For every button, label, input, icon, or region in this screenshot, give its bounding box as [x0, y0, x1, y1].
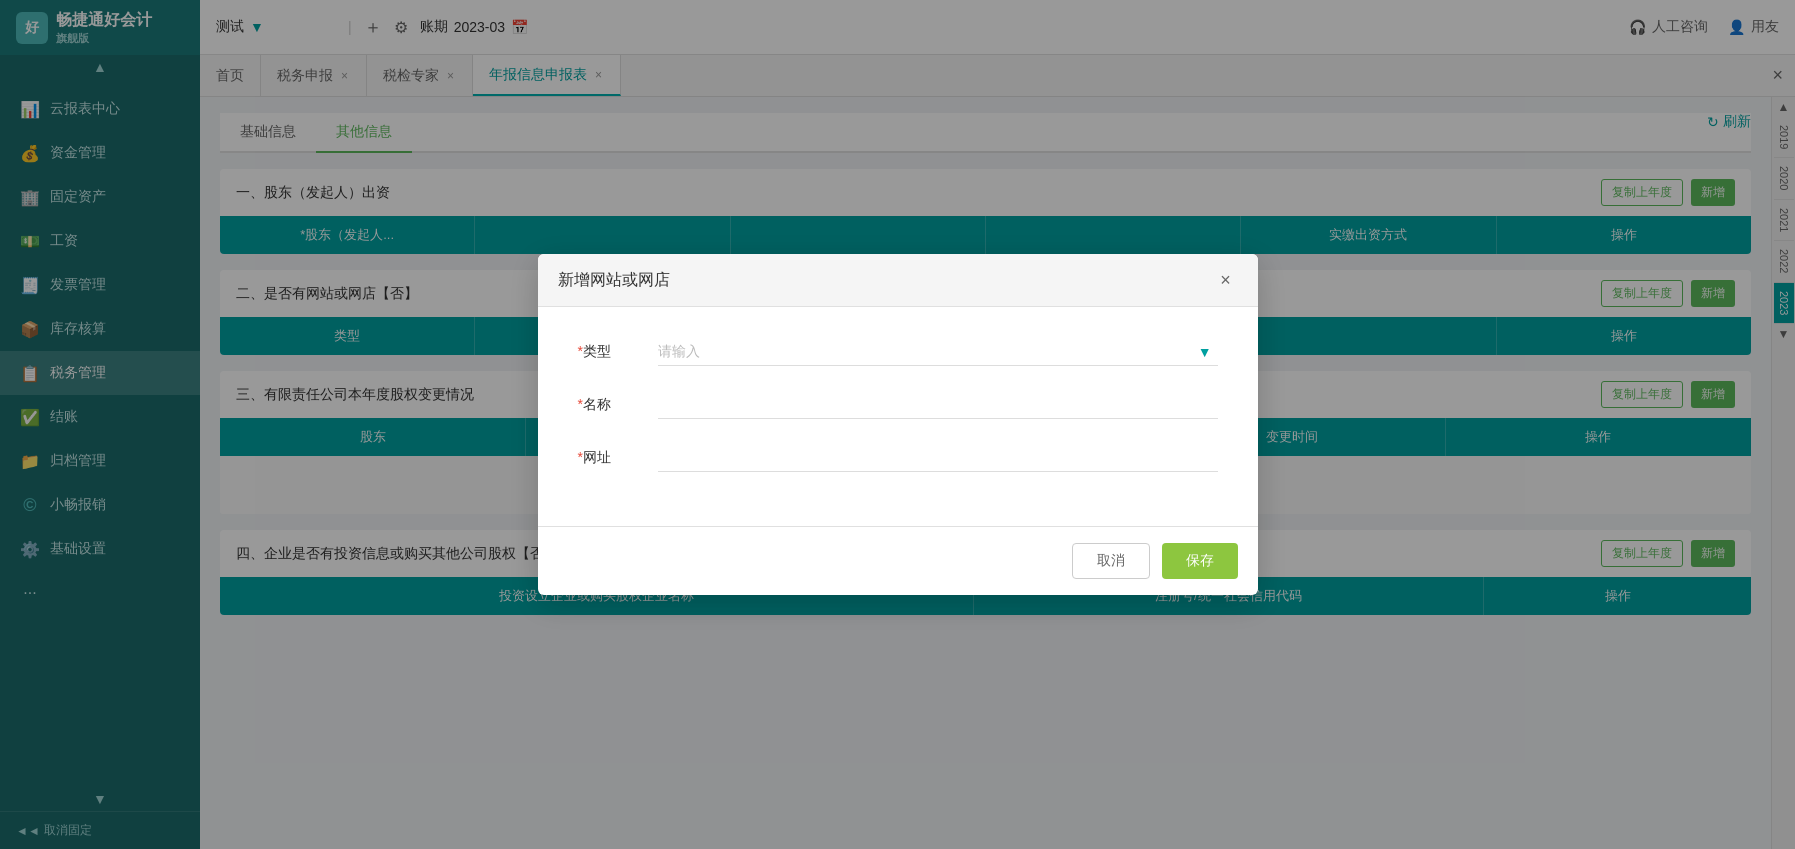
url-input-wrap [658, 443, 1218, 472]
save-button[interactable]: 保存 [1162, 543, 1238, 579]
type-label: *类型 [578, 343, 658, 361]
name-input-wrap [658, 390, 1218, 419]
form-group-name: *名称 [578, 390, 1218, 419]
modal-title: 新增网站或网店 [558, 270, 670, 291]
form-group-url: *网址 [578, 443, 1218, 472]
form-group-type: *类型 ▼ [578, 337, 1218, 366]
name-label: *名称 [578, 396, 658, 414]
modal-overlay: 新增网站或网店 × *类型 ▼ *名称 [0, 0, 1795, 849]
modal-close-button[interactable]: × [1214, 268, 1238, 292]
modal-header: 新增网站或网店 × [538, 254, 1258, 307]
modal-footer: 取消 保存 [538, 526, 1258, 595]
type-input[interactable] [658, 337, 1218, 366]
type-input-wrap: ▼ [658, 337, 1218, 366]
url-input[interactable] [658, 443, 1218, 472]
name-input[interactable] [658, 390, 1218, 419]
add-website-modal: 新增网站或网店 × *类型 ▼ *名称 [538, 254, 1258, 595]
modal-body: *类型 ▼ *名称 *网址 [538, 307, 1258, 526]
cancel-button[interactable]: 取消 [1072, 543, 1150, 579]
url-label: *网址 [578, 449, 658, 467]
